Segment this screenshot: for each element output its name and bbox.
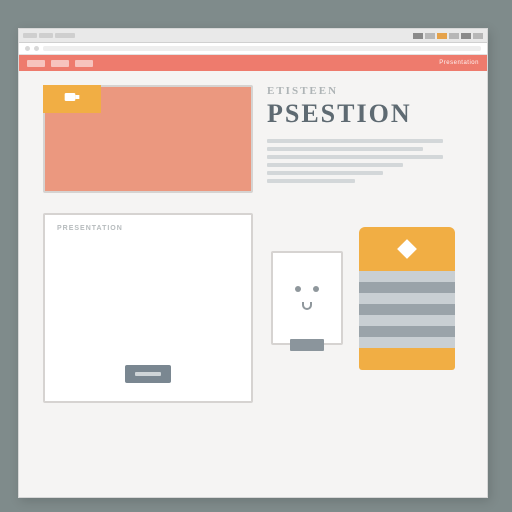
card-action-button[interactable] bbox=[125, 365, 171, 383]
stack-row bbox=[359, 293, 455, 304]
titlebar-right-cluster bbox=[413, 33, 483, 39]
titlebar-segment bbox=[425, 33, 435, 39]
nav-forward-icon[interactable] bbox=[34, 46, 39, 51]
window-control[interactable] bbox=[39, 33, 53, 38]
stack-row bbox=[359, 337, 455, 348]
toolbar-button[interactable] bbox=[51, 60, 69, 67]
app-toolbar: Presentation bbox=[19, 55, 487, 71]
window-control[interactable] bbox=[55, 33, 75, 38]
button-label-placeholder bbox=[135, 372, 161, 376]
stack-body bbox=[359, 271, 455, 348]
titlebar-segment bbox=[473, 33, 483, 39]
hero-tab[interactable] bbox=[43, 85, 101, 113]
stack-footer bbox=[359, 348, 455, 370]
toolbar-button[interactable] bbox=[75, 60, 93, 67]
titlebar-segment bbox=[437, 33, 447, 39]
card-caption: PRESENTATION bbox=[57, 225, 239, 232]
text-line bbox=[267, 139, 443, 143]
stack-row bbox=[359, 326, 455, 337]
titlebar-segment bbox=[413, 33, 423, 39]
window-controls[interactable] bbox=[23, 33, 75, 38]
text-line bbox=[267, 171, 383, 175]
avatar-card bbox=[271, 251, 343, 345]
stack-row bbox=[359, 282, 455, 293]
app-window: Presentation ETISTEEN PSESTION PRESE bbox=[18, 28, 488, 498]
page-title: PSESTION bbox=[267, 99, 467, 129]
face-icon bbox=[287, 272, 327, 324]
address-bar bbox=[19, 43, 487, 55]
titlebar-segment bbox=[461, 33, 471, 39]
diamond-icon bbox=[397, 239, 417, 259]
eyebrow-text: ETISTEEN bbox=[267, 85, 467, 97]
stack-header bbox=[359, 227, 455, 271]
stack-row bbox=[359, 304, 455, 315]
avatar-card-button[interactable] bbox=[290, 339, 324, 351]
hero-banner bbox=[43, 85, 253, 193]
heading-block: ETISTEEN PSESTION bbox=[267, 85, 467, 183]
stack-card[interactable] bbox=[359, 227, 455, 377]
text-line bbox=[267, 155, 443, 159]
url-input[interactable] bbox=[43, 46, 481, 51]
content-card: PRESENTATION bbox=[43, 213, 253, 403]
toolbar-right-label: Presentation bbox=[439, 60, 479, 66]
text-line bbox=[267, 163, 403, 167]
camera-icon bbox=[64, 90, 80, 108]
stack-row bbox=[359, 315, 455, 326]
window-control[interactable] bbox=[23, 33, 37, 38]
bottom-fade bbox=[19, 467, 487, 497]
stack-row bbox=[359, 271, 455, 282]
text-line bbox=[267, 147, 423, 151]
nav-back-icon[interactable] bbox=[25, 46, 30, 51]
text-line bbox=[267, 179, 355, 183]
toolbar-button[interactable] bbox=[27, 60, 45, 67]
page-canvas: ETISTEEN PSESTION PRESENTATION bbox=[19, 71, 487, 497]
paragraph-placeholder bbox=[267, 139, 467, 183]
titlebar-segment bbox=[449, 33, 459, 39]
window-titlebar bbox=[19, 29, 487, 43]
